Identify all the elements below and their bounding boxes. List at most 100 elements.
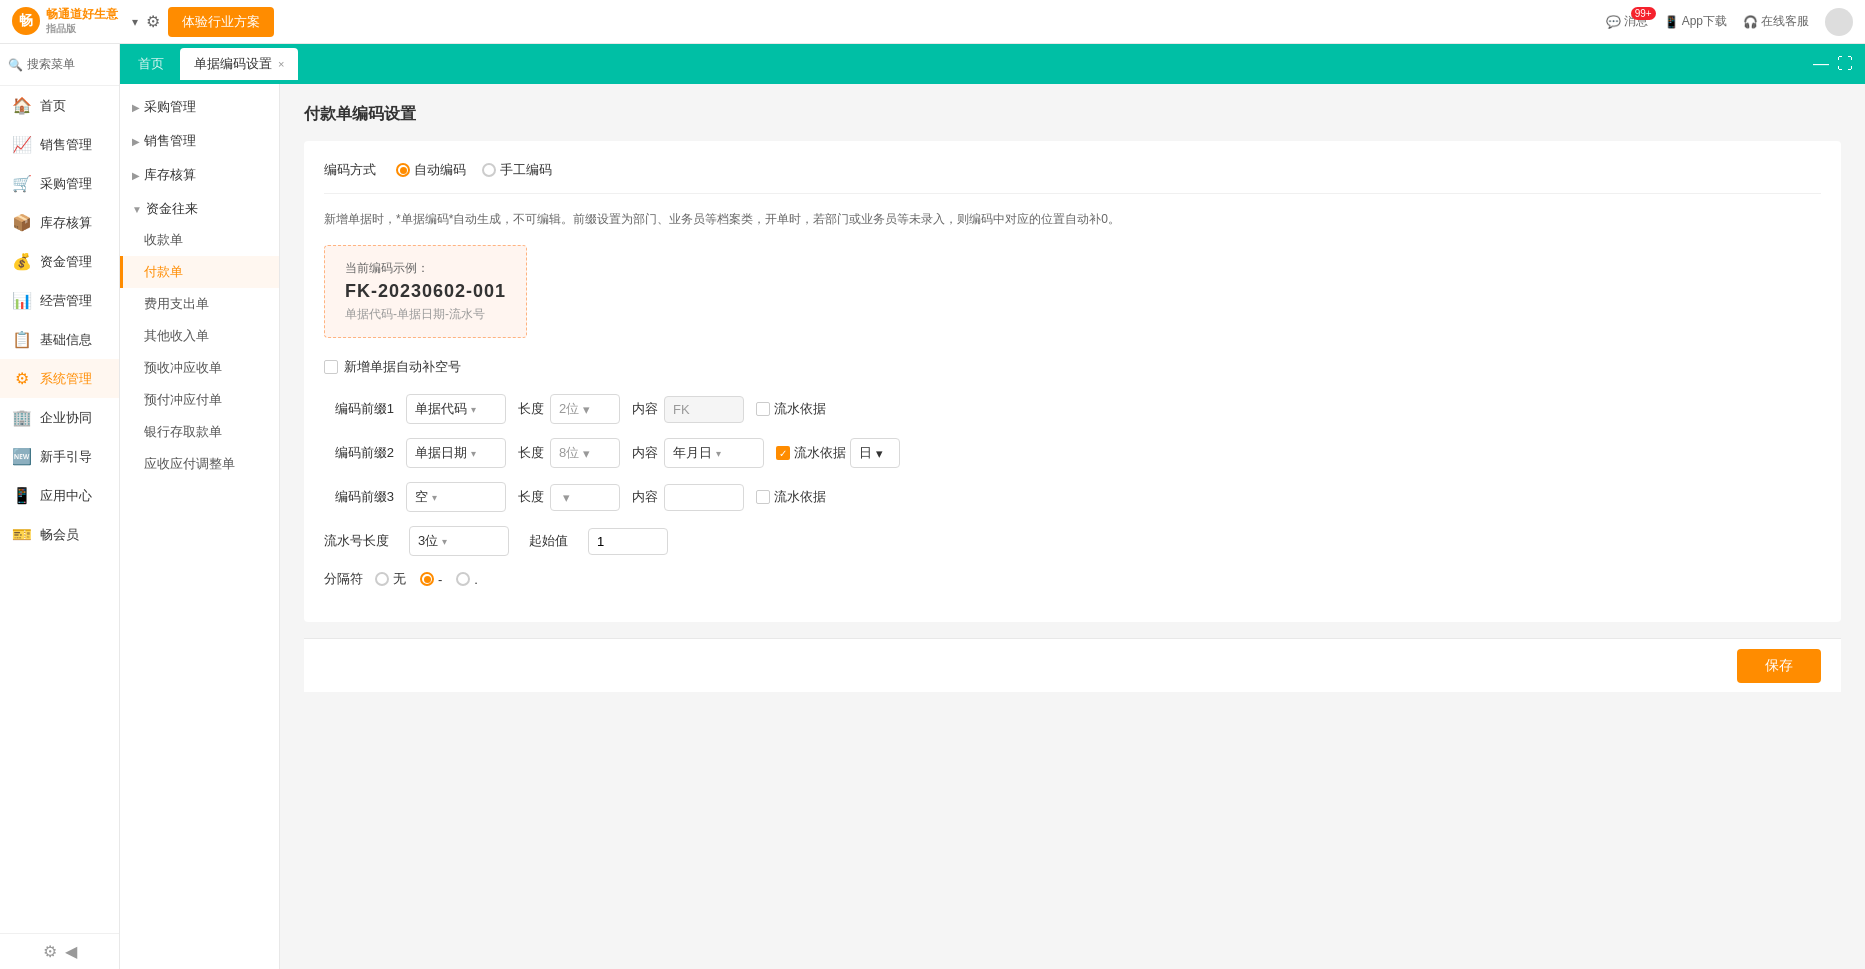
arrow-right-icon: ▶ bbox=[132, 102, 140, 113]
tab-encoding[interactable]: 单据编码设置 × bbox=[180, 48, 298, 80]
prefix-3-content: 内容 bbox=[632, 484, 744, 511]
tab-close-encoding[interactable]: × bbox=[278, 58, 284, 70]
sidebar-item-guide[interactable]: 🆕 新手引导 bbox=[0, 437, 119, 476]
online-service-btn[interactable]: 🎧 在线客服 bbox=[1743, 13, 1809, 30]
search-menu-btn[interactable]: 🔍 搜索菜单 bbox=[8, 52, 111, 77]
sub-item-receipt[interactable]: 收款单 bbox=[120, 224, 279, 256]
prefix-3-content-input[interactable] bbox=[664, 484, 744, 511]
prefix-3-length-select[interactable]: ▾ bbox=[550, 484, 620, 511]
sub-item-bank-deposit[interactable]: 银行存取款单 bbox=[120, 416, 279, 448]
chevron-down-icon3: ▾ bbox=[471, 448, 476, 459]
prefix-3-length: 长度 ▾ bbox=[518, 484, 620, 511]
topbar-right: 💬 消息 99+ 📱 App下载 🎧 在线客服 bbox=[1606, 8, 1853, 36]
group-sales-title[interactable]: ▶ 销售管理 bbox=[120, 126, 279, 156]
minimize-btn[interactable]: — bbox=[1813, 55, 1829, 73]
start-value-label: 起始值 bbox=[529, 532, 568, 550]
sidebar-item-inventory[interactable]: 📦 库存核算 bbox=[0, 203, 119, 242]
prefix-2-content: 内容 年月日 ▾ bbox=[632, 438, 764, 468]
sidebar-item-purchase[interactable]: 🛒 采购管理 bbox=[0, 164, 119, 203]
sidebar-item-finance[interactable]: 💰 资金管理 bbox=[0, 242, 119, 281]
tab-bar: 首页 单据编码设置 × — ⛶ bbox=[120, 44, 1865, 84]
tab-home[interactable]: 首页 bbox=[124, 48, 178, 80]
operation-icon: 📊 bbox=[12, 291, 32, 310]
sidebar-item-home[interactable]: 🏠 首页 bbox=[0, 86, 119, 125]
prefix-2-day-select[interactable]: 日 ▾ bbox=[850, 438, 900, 468]
sidebar-item-operation[interactable]: 📊 经营管理 bbox=[0, 281, 119, 320]
auto-fill-row: 新增单据自动补空号 bbox=[324, 358, 1821, 376]
sidebar-item-member[interactable]: 🎫 畅会员 bbox=[0, 515, 119, 554]
main-card: 编码方式 自动编码 手工编码 bbox=[304, 141, 1841, 622]
radio-manual[interactable]: 手工编码 bbox=[482, 161, 552, 179]
sep-radio-dash[interactable]: - bbox=[420, 572, 442, 587]
content-area: ▶ 采购管理 ▶ 销售管理 ▶ 库存核算 bbox=[120, 84, 1865, 969]
apps-icon: 📱 bbox=[12, 486, 32, 505]
sidebar-item-corp[interactable]: 🏢 企业协同 bbox=[0, 398, 119, 437]
sidebar-item-basic[interactable]: 📋 基础信息 bbox=[0, 320, 119, 359]
chevron-down-icon7: ▾ bbox=[432, 492, 437, 503]
nav-dropdown-btn[interactable]: ▾ bbox=[132, 15, 138, 29]
prefix-2-type-select[interactable]: 单据日期 ▾ bbox=[406, 438, 506, 468]
sidebar-item-sales[interactable]: 📈 销售管理 bbox=[0, 125, 119, 164]
app-download-btn[interactable]: 📱 App下载 bbox=[1664, 13, 1727, 30]
separator-options: 无 - . bbox=[375, 570, 478, 588]
sep-radio-dot[interactable]: . bbox=[456, 572, 478, 587]
service-icon: 🎧 bbox=[1743, 15, 1758, 29]
bottom-bar: 保存 bbox=[304, 638, 1841, 692]
info-text: 新增单据时，*单据编码*自动生成，不可编辑。前缀设置为部门、业务员等档案类，开单… bbox=[324, 210, 1821, 229]
sep-dot-dot bbox=[456, 572, 470, 586]
start-value-input[interactable] bbox=[588, 528, 668, 555]
prefix-row-2: 编码前缀2 单据日期 ▾ 长度 8位 ▾ bbox=[324, 438, 1821, 468]
separator-label: 分隔符 bbox=[324, 570, 363, 588]
settings-icon[interactable]: ⚙ bbox=[146, 12, 160, 31]
group-purchase-title[interactable]: ▶ 采购管理 bbox=[120, 92, 279, 122]
chevron-down-icon6: ▾ bbox=[876, 446, 883, 461]
prefix-row-3: 编码前缀3 空 ▾ 长度 ▾ 内 bbox=[324, 482, 1821, 512]
collapse-btn[interactable]: ◀ bbox=[65, 942, 77, 961]
group-inventory: ▶ 库存核算 bbox=[120, 160, 279, 190]
sub-item-expense[interactable]: 费用支出单 bbox=[120, 288, 279, 320]
radio-auto-dot bbox=[396, 163, 410, 177]
sub-item-other-income[interactable]: 其他收入单 bbox=[120, 320, 279, 352]
group-inventory-title[interactable]: ▶ 库存核算 bbox=[120, 160, 279, 190]
prefix-3-serial-checkbox[interactable] bbox=[756, 490, 770, 504]
member-icon: 🎫 bbox=[12, 525, 32, 544]
prefix-2-content-select[interactable]: 年月日 ▾ bbox=[664, 438, 764, 468]
radio-auto[interactable]: 自动编码 bbox=[396, 161, 466, 179]
prefix-1-length-select[interactable]: 2位 ▾ bbox=[550, 394, 620, 424]
sub-item-adjustment[interactable]: 应收应付调整单 bbox=[120, 448, 279, 480]
coding-radio-group: 自动编码 手工编码 bbox=[396, 161, 552, 179]
prefix-1-content-input bbox=[664, 396, 744, 423]
sidebar-search: 🔍 搜索菜单 bbox=[0, 44, 119, 86]
sidebar-item-system[interactable]: ⚙ 系统管理 bbox=[0, 359, 119, 398]
prefix-1-serial-checkbox[interactable] bbox=[756, 402, 770, 416]
topbar-center: ▾ ⚙ 体验行业方案 bbox=[132, 7, 1606, 37]
message-btn[interactable]: 💬 消息 99+ bbox=[1606, 13, 1648, 30]
trial-btn[interactable]: 体验行业方案 bbox=[168, 7, 274, 37]
logo-sub: 指品版 bbox=[46, 22, 118, 36]
prefix-2-length-select[interactable]: 8位 ▾ bbox=[550, 438, 620, 468]
preview-code: FK-20230602-001 bbox=[345, 281, 506, 302]
prefix-1-type-select[interactable]: 单据代码 ▾ bbox=[406, 394, 506, 424]
purchase-icon: 🛒 bbox=[12, 174, 32, 193]
topbar: 畅 畅通道好生意 指品版 ▾ ⚙ 体验行业方案 💬 消息 99+ 📱 App下载… bbox=[0, 0, 1865, 44]
sep-radio-none[interactable]: 无 bbox=[375, 570, 406, 588]
sub-item-prepay-payable[interactable]: 预付冲应付单 bbox=[120, 384, 279, 416]
sidebar-item-apps[interactable]: 📱 应用中心 bbox=[0, 476, 119, 515]
sub-item-prepay-receivable[interactable]: 预收冲应收单 bbox=[120, 352, 279, 384]
sub-sidebar: ▶ 采购管理 ▶ 销售管理 ▶ 库存核算 bbox=[120, 84, 280, 969]
prefix-1-length: 长度 2位 ▾ bbox=[518, 394, 620, 424]
settings-bottom-btn[interactable]: ⚙ bbox=[43, 942, 57, 961]
page-title: 付款单编码设置 bbox=[304, 104, 1841, 125]
maximize-btn[interactable]: ⛶ bbox=[1837, 55, 1853, 73]
group-capital-title[interactable]: ▼ 资金往来 bbox=[120, 194, 279, 224]
save-button[interactable]: 保存 bbox=[1737, 649, 1821, 683]
auto-fill-checkbox[interactable] bbox=[324, 360, 338, 374]
separator-row: 分隔符 无 - . bbox=[324, 570, 1821, 588]
serial-length-select[interactable]: 3位 ▾ bbox=[409, 526, 509, 556]
sep-none-dot bbox=[375, 572, 389, 586]
prefix-3-type-select[interactable]: 空 ▾ bbox=[406, 482, 506, 512]
sub-item-payment[interactable]: 付款单 bbox=[120, 256, 279, 288]
inventory-icon: 📦 bbox=[12, 213, 32, 232]
prefix-2-serial-checkbox[interactable]: ✓ bbox=[776, 446, 790, 460]
avatar[interactable] bbox=[1825, 8, 1853, 36]
